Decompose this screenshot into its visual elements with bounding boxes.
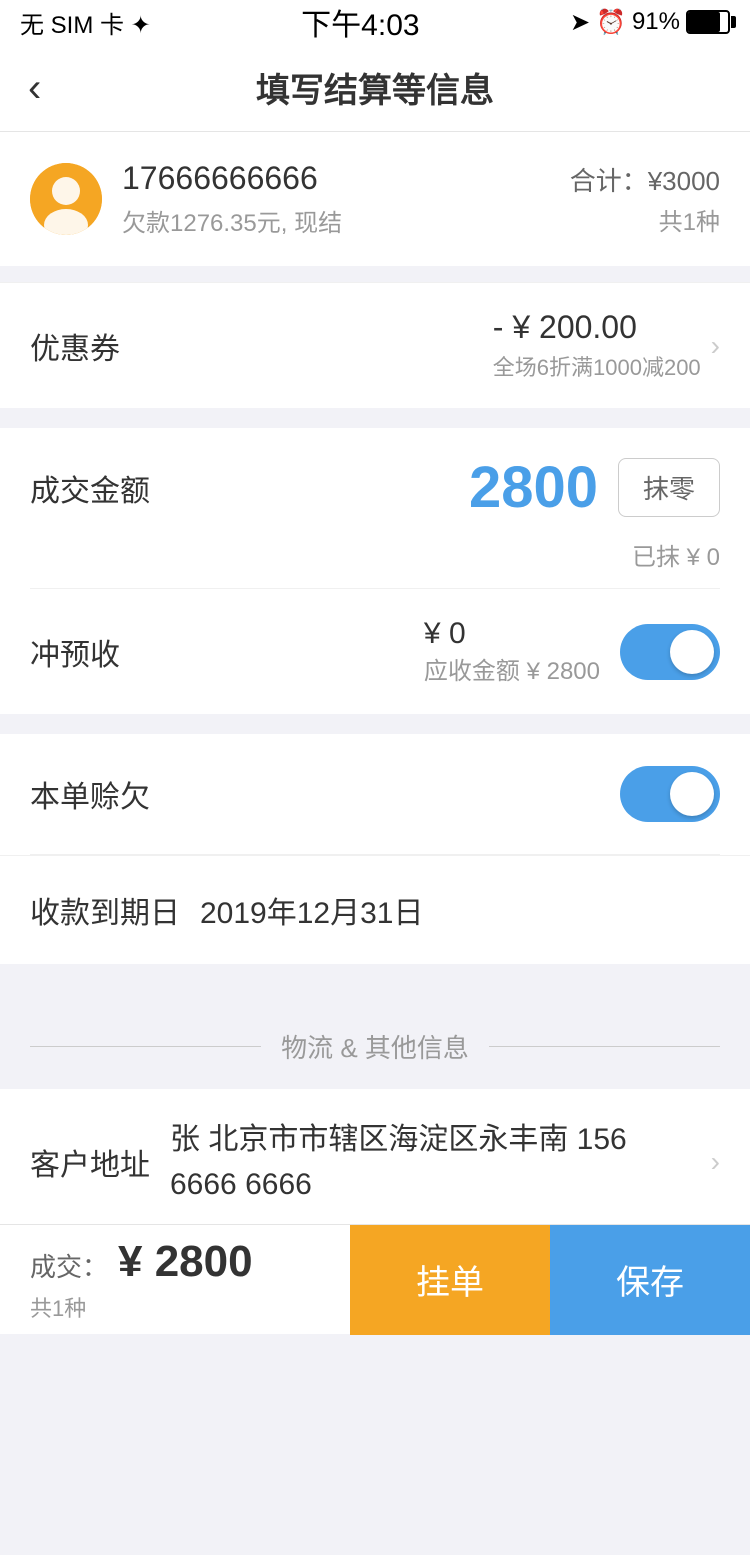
amount-label: 成交金额 — [30, 466, 150, 510]
amount-value: 2800 — [469, 459, 598, 517]
avatar — [30, 163, 102, 235]
status-left: 无 SIM 卡 ✦ — [20, 5, 151, 40]
status-right: ➤ ⏰ 91% — [570, 8, 730, 37]
save-button[interactable]: 保存 — [550, 1225, 750, 1335]
logistics-line-right — [489, 1046, 720, 1047]
logistics-line-left — [30, 1046, 261, 1047]
address-value: 张 北京市市辖区海淀区永丰南 156 6666 6666 — [170, 1117, 691, 1207]
pre-receive-amount: ¥ 0 — [424, 617, 600, 651]
bottom-summary-amount: ¥ 2800 — [118, 1237, 253, 1287]
coupon-chevron-icon: › — [711, 330, 720, 362]
bottom-summary-count: 共1种 — [30, 1291, 320, 1323]
pre-receive-row: 冲预收 ¥ 0 应收金额 ¥ 2800 — [0, 589, 750, 714]
coupon-discount: - ¥ 200.00 — [493, 309, 701, 346]
pre-receive-info: ¥ 0 应收金额 ¥ 2800 — [424, 617, 600, 686]
customer-total: 合计：¥3000 共1种 — [570, 161, 720, 237]
section-divider-3 — [0, 964, 750, 984]
logistics-title: 物流 & 其他信息 — [281, 1028, 469, 1065]
amount-row: 成交金额 2800 抹零 — [0, 428, 750, 537]
customer-info: 17666666666 欠款1276.35元, 现结 — [122, 160, 342, 238]
address-chevron-icon: › — [711, 1146, 720, 1178]
form-section: 成交金额 2800 抹零 已抹 ¥ 0 冲预收 ¥ 0 应收金额 ¥ 2800 — [0, 428, 750, 714]
amount-right: 2800 抹零 — [469, 458, 720, 517]
pre-receive-label: 冲预收 — [30, 630, 120, 674]
debt-row: 本单赊欠 — [0, 734, 750, 854]
due-date-value: 2019年12月31日 — [200, 888, 423, 932]
status-bar: 无 SIM 卡 ✦ 下午4:03 ➤ ⏰ 91% — [0, 0, 750, 44]
pre-receive-toggle[interactable] — [620, 624, 720, 680]
location-icon: ➤ — [570, 8, 590, 37]
debt-label: 本单赊欠 — [30, 772, 150, 816]
status-time: 下午4:03 — [301, 0, 419, 44]
customer-phone: 17666666666 — [122, 160, 342, 197]
pre-receive-controls: ¥ 0 应收金额 ¥ 2800 — [424, 617, 720, 686]
section-divider-2 — [0, 714, 750, 734]
address-row[interactable]: 客户地址 张 北京市市辖区海淀区永丰南 156 6666 6666 › — [0, 1089, 750, 1235]
pre-receive-sub: 应收金额 ¥ 2800 — [424, 651, 600, 686]
customer-debt: 欠款1276.35元, 现结 — [122, 203, 342, 238]
bottom-summary-label: 成交： — [30, 1247, 108, 1284]
page-title: 填写结算等信息 — [256, 63, 494, 112]
coupon-label: 优惠券 — [30, 324, 120, 368]
round-off-button[interactable]: 抹零 — [618, 458, 720, 517]
logistics-section: 物流 & 其他信息 客户地址 张 北京市市辖区海淀区永丰南 156 6666 6… — [0, 1004, 750, 1235]
due-date-label: 收款到期日 — [30, 888, 180, 932]
address-label: 客户地址 — [30, 1140, 150, 1184]
coupon-desc: 全场6折满1000减200 — [493, 350, 701, 382]
alarm-icon: ⏰ — [596, 8, 626, 37]
coupon-right: - ¥ 200.00 全场6折满1000减200 › — [493, 309, 720, 382]
amount-sub: 已抹 ¥ 0 — [0, 537, 750, 588]
logistics-header: 物流 & 其他信息 — [0, 1004, 750, 1089]
battery-text: 91% — [632, 8, 680, 36]
customer-left: 17666666666 欠款1276.35元, 现结 — [30, 160, 342, 238]
content: 17666666666 欠款1276.35元, 现结 合计：¥3000 共1种 … — [0, 132, 750, 1555]
battery-icon — [686, 10, 730, 34]
bottom-bar: 成交： ¥ 2800 共1种 挂单 保存 — [0, 1224, 750, 1334]
bottom-summary: 成交： ¥ 2800 共1种 — [0, 1237, 350, 1323]
debt-section: 本单赊欠 收款到期日 2019年12月31日 — [0, 734, 750, 964]
due-date-row: 收款到期日 2019年12月31日 — [0, 855, 750, 964]
bottom-summary-main: 成交： ¥ 2800 — [30, 1237, 320, 1287]
debt-toggle[interactable] — [620, 766, 720, 822]
section-divider-1 — [0, 408, 750, 428]
sim-text: 无 SIM 卡 ✦ — [20, 5, 151, 40]
nav-bar: ‹ 填写结算等信息 — [0, 44, 750, 132]
hang-order-button[interactable]: 挂单 — [350, 1225, 550, 1335]
total-label: 合计：¥3000 — [570, 161, 720, 198]
back-button[interactable]: ‹ — [28, 68, 41, 108]
customer-card: 17666666666 欠款1276.35元, 现结 合计：¥3000 共1种 — [0, 132, 750, 266]
total-count: 共1种 — [570, 202, 720, 237]
coupon-row[interactable]: 优惠券 - ¥ 200.00 全场6折满1000减200 › — [0, 282, 750, 408]
